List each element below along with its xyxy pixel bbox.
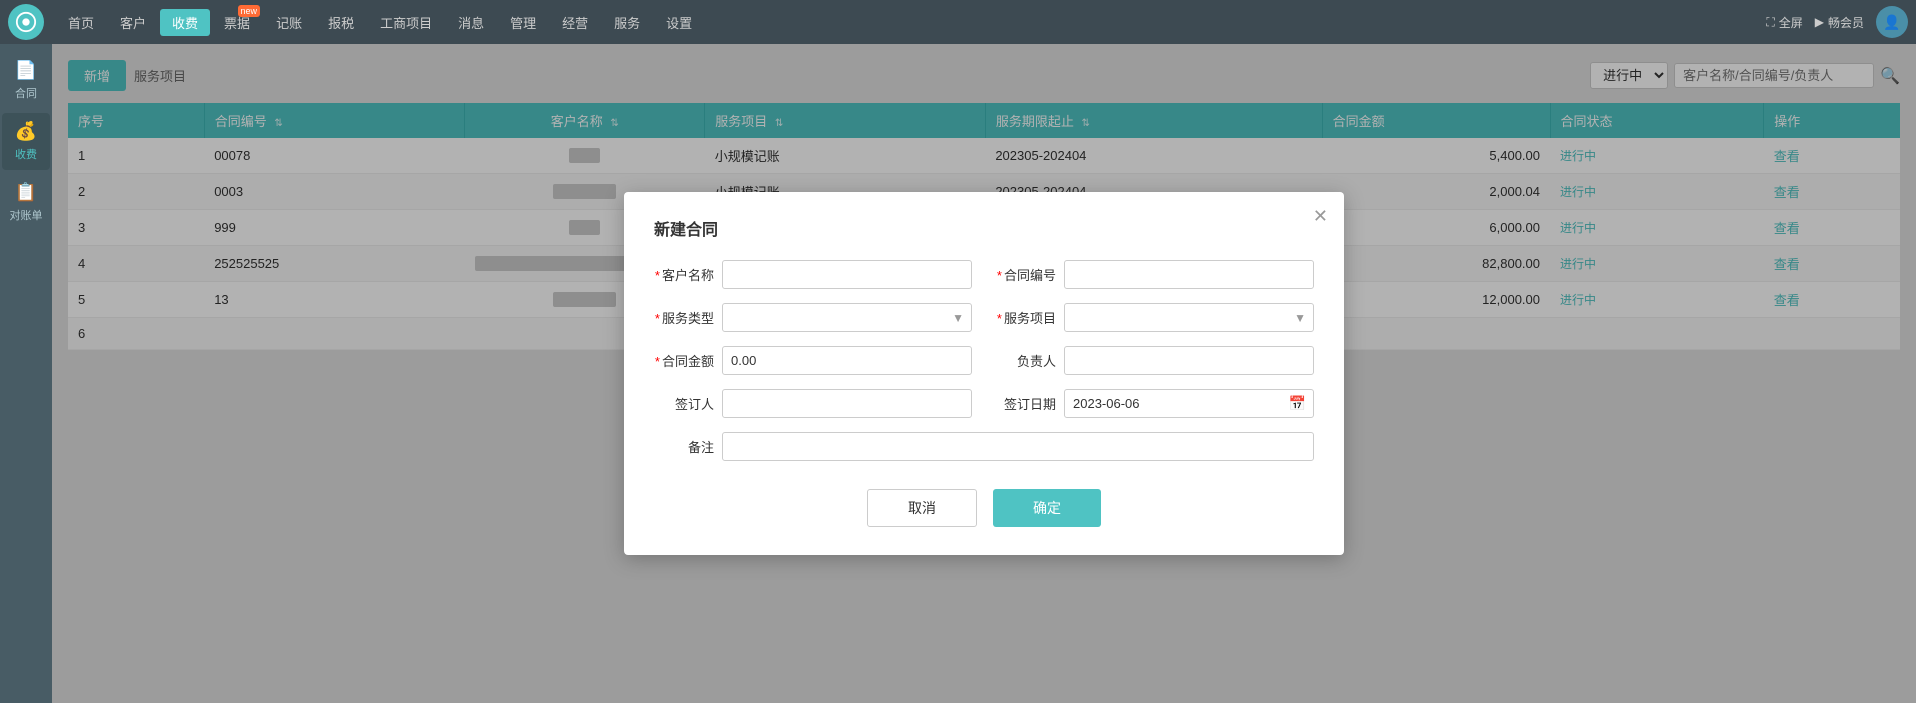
sidebar-item-label: 对账单 — [10, 207, 43, 223]
signer-input[interactable] — [722, 389, 972, 418]
logo[interactable] — [8, 4, 44, 40]
note-input[interactable] — [722, 432, 1314, 461]
sidebar-item-contract[interactable]: 📄 合同 — [2, 52, 50, 109]
contract-no-label: *合同编号 — [996, 265, 1056, 284]
sidebar-item-label: 收费 — [15, 146, 37, 162]
sidebar-item-statement[interactable]: 📋 对账单 — [2, 174, 50, 231]
assignee-label: 负责人 — [996, 351, 1056, 370]
nav-invoice[interactable]: 票据 new — [212, 9, 262, 36]
top-navigation: 首页 客户 收费 票据 new 记账 报税 工商项目 消息 管理 经营 服务 设… — [0, 0, 1916, 44]
nav-right: ⛶ 全屏 ▶ 畅会员 👤 — [1766, 6, 1908, 38]
new-contract-modal: ✕ 新建合同 *客户名称 *合同编号 — [624, 192, 1344, 555]
nav-operation[interactable]: 经营 — [550, 9, 600, 36]
required-star: * — [997, 311, 1002, 326]
modal-title: 新建合同 — [654, 216, 1314, 240]
sidebar-item-fee[interactable]: 💰 收费 — [2, 113, 50, 170]
nav-business[interactable]: 工商项目 — [368, 9, 444, 36]
sign-date-input[interactable] — [1064, 389, 1314, 418]
form-row-amount: *合同金额 — [654, 346, 972, 375]
main-layout: 📄 合同 💰 收费 📋 对账单 新增 服务项目 进行中 已完成 已终止 — [0, 44, 1916, 703]
service-item-select[interactable] — [1064, 303, 1314, 332]
modal-footer: 取消 确定 — [654, 489, 1314, 527]
form-row-contract-no: *合同编号 — [996, 260, 1314, 289]
amount-input[interactable] — [722, 346, 972, 375]
avatar-icon: 👤 — [1883, 14, 1900, 31]
member-button[interactable]: ▶ 畅会员 — [1815, 14, 1864, 31]
form-row-signer: 签订人 — [654, 389, 972, 418]
avatar[interactable]: 👤 — [1876, 6, 1908, 38]
required-star: * — [655, 354, 660, 369]
confirm-button[interactable]: 确定 — [993, 489, 1101, 527]
client-name-input[interactable] — [722, 260, 972, 289]
service-type-select[interactable] — [722, 303, 972, 332]
fullscreen-button[interactable]: ⛶ 全屏 — [1766, 14, 1802, 31]
fee-icon: 💰 — [15, 121, 37, 142]
form-grid: *客户名称 *合同编号 *服务类型 — [654, 260, 1314, 461]
service-item-select-wrapper: ▼ — [1064, 303, 1314, 332]
nav-message[interactable]: 消息 — [446, 9, 496, 36]
sidebar-item-label: 合同 — [15, 85, 37, 101]
form-row-note: 备注 — [654, 432, 1314, 461]
sidebar: 📄 合同 💰 收费 📋 对账单 — [0, 44, 52, 703]
nav-fee[interactable]: 收费 — [160, 9, 210, 36]
note-label: 备注 — [654, 437, 714, 456]
service-type-select-wrapper: ▼ — [722, 303, 972, 332]
form-row-service-item: *服务项目 ▼ — [996, 303, 1314, 332]
signer-label: 签订人 — [654, 394, 714, 413]
fullscreen-icon: ⛶ — [1766, 15, 1774, 30]
amount-label: *合同金额 — [654, 351, 714, 370]
form-row-service-type: *服务类型 ▼ — [654, 303, 972, 332]
form-row-assignee: 负责人 — [996, 346, 1314, 375]
modal-overlay: ✕ 新建合同 *客户名称 *合同编号 — [52, 44, 1916, 703]
nav-settings[interactable]: 设置 — [654, 9, 704, 36]
service-item-label: *服务项目 — [996, 308, 1056, 327]
nav-home[interactable]: 首页 — [56, 9, 106, 36]
nav-manage[interactable]: 管理 — [498, 9, 548, 36]
content-area: 新增 服务项目 进行中 已完成 已终止 🔍 序号 合同编号 — [52, 44, 1916, 703]
date-input-wrapper: 📅 — [1064, 389, 1314, 418]
required-star: * — [655, 268, 660, 283]
sign-date-label: 签订日期 — [996, 394, 1056, 413]
statement-icon: 📋 — [15, 182, 37, 203]
service-type-label: *服务类型 — [654, 308, 714, 327]
form-row-client: *客户名称 — [654, 260, 972, 289]
nav-client[interactable]: 客户 — [108, 9, 158, 36]
required-star: * — [997, 268, 1002, 283]
contract-no-input[interactable] — [1064, 260, 1314, 289]
assignee-input[interactable] — [1064, 346, 1314, 375]
form-row-sign-date: 签订日期 📅 — [996, 389, 1314, 418]
required-star: * — [655, 311, 660, 326]
contract-icon: 📄 — [15, 60, 37, 81]
nav-tax[interactable]: 报税 — [316, 9, 366, 36]
nav-items: 首页 客户 收费 票据 new 记账 报税 工商项目 消息 管理 经营 服务 设… — [56, 9, 1766, 36]
nav-service[interactable]: 服务 — [602, 9, 652, 36]
modal-close-button[interactable]: ✕ — [1313, 206, 1328, 227]
client-name-label: *客户名称 — [654, 265, 714, 284]
new-badge: new — [238, 5, 261, 17]
play-icon: ▶ — [1815, 15, 1824, 29]
cancel-button[interactable]: 取消 — [867, 489, 977, 527]
nav-bookkeeping[interactable]: 记账 — [264, 9, 314, 36]
